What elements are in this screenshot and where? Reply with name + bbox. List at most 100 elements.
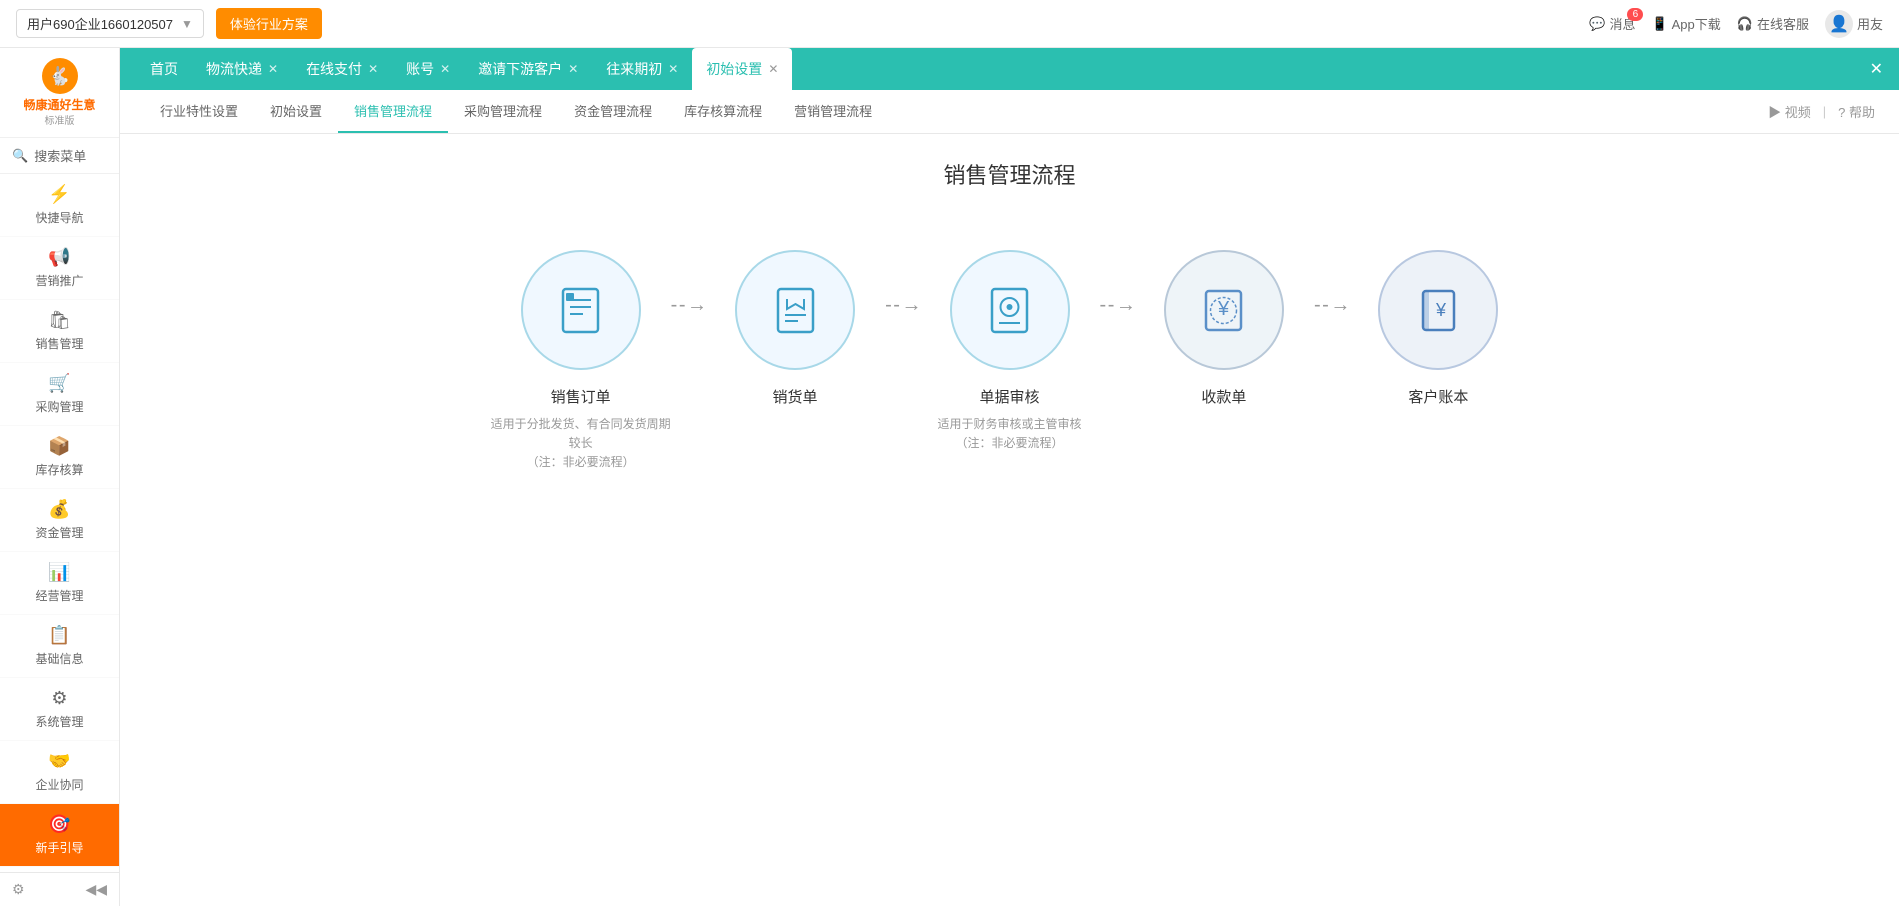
flow-item-sales-invoice: 销货单 bbox=[705, 250, 885, 415]
user-selector-text: 用户690企业1660120507 bbox=[27, 14, 173, 33]
flow-diagram: 销售订单 适用于分批发货、有合同发货周期较长（注：非必要流程） - - → bbox=[144, 250, 1875, 473]
tab-payment-label: 在线支付 bbox=[306, 59, 362, 79]
user-label: 用友 bbox=[1857, 14, 1883, 33]
flow-item-receipt: ¥ 收款单 bbox=[1134, 250, 1314, 415]
operation-icon: 📊 bbox=[48, 562, 70, 583]
sidebar-item-basic[interactable]: 📋 基础信息 bbox=[0, 615, 119, 678]
tab-setup-close[interactable]: ✕ bbox=[768, 62, 778, 76]
sidebar-item-purchase[interactable]: 🛒 采购管理 bbox=[0, 363, 119, 426]
avatar: 👤 bbox=[1825, 10, 1853, 38]
settings-icon[interactable]: ⚙ bbox=[12, 881, 25, 898]
sidebar-item-label: 新手引导 bbox=[35, 839, 83, 856]
sidebar: 🐇 畅康通好生意 标准版 🔍 搜索菜单 ⚡ 快捷导航 📢 营销推广 bbox=[0, 48, 120, 906]
sidebar-item-enterprise[interactable]: 🤝 企业协同 bbox=[0, 741, 119, 804]
tab-setup[interactable]: 初始设置 ✕ bbox=[692, 48, 792, 90]
search-icon: 🔍 bbox=[12, 148, 28, 164]
tab-logistics[interactable]: 物流快递 ✕ bbox=[192, 48, 292, 90]
sub-tab-inventory[interactable]: 库存核算流程 bbox=[668, 90, 778, 133]
tab-invite-label: 邀请下游客户 bbox=[478, 59, 562, 79]
page-title: 销售管理流程 bbox=[144, 158, 1875, 190]
help-label: 帮助 bbox=[1849, 105, 1875, 120]
online-service-button[interactable]: 🎧 在线客服 bbox=[1737, 14, 1809, 33]
tab-account-close[interactable]: ✕ bbox=[440, 62, 450, 76]
sub-tabs-left: 行业特性设置 初始设置 销售管理流程 采购管理流程 资金管理流程 bbox=[144, 90, 888, 133]
sub-tab-marketing[interactable]: 营销管理流程 bbox=[778, 90, 888, 133]
sub-tab-init[interactable]: 初始设置 bbox=[254, 90, 338, 133]
flow-label-sales-invoice: 销货单 bbox=[773, 386, 818, 407]
tab-period-label: 往来期初 bbox=[606, 59, 662, 79]
tab-setup-label: 初始设置 bbox=[706, 59, 762, 79]
user-selector[interactable]: 用户690企业1660120507 ▼ bbox=[16, 9, 204, 38]
message-button[interactable]: 💬 消息 6 bbox=[1589, 14, 1635, 33]
sub-tab-sales-label: 销售管理流程 bbox=[354, 101, 432, 120]
approval-icon bbox=[982, 283, 1037, 338]
marketing-icon: 📢 bbox=[48, 247, 70, 268]
tab-payment[interactable]: 在线支付 ✕ bbox=[292, 48, 392, 90]
sub-tab-capital[interactable]: 资金管理流程 bbox=[558, 90, 668, 133]
message-icon: 💬 bbox=[1589, 16, 1605, 32]
sub-tab-marketing-label: 营销管理流程 bbox=[794, 101, 872, 120]
sidebar-item-label: 库存核算 bbox=[35, 461, 83, 478]
sidebar-item-quick[interactable]: ⚡ 快捷导航 bbox=[0, 174, 119, 237]
quick-icon: ⚡ bbox=[48, 184, 70, 205]
sidebar-item-guide[interactable]: 🎯 新手引导 bbox=[0, 804, 119, 867]
tab-account-label: 账号 bbox=[406, 59, 434, 79]
tab-payment-close[interactable]: ✕ bbox=[368, 62, 378, 76]
flow-circle-receipt: ¥ bbox=[1164, 250, 1284, 370]
account-book-icon: ¥ bbox=[1411, 283, 1466, 338]
tab-logistics-close[interactable]: ✕ bbox=[268, 62, 278, 76]
flow-arrow-2: - - → bbox=[885, 250, 919, 317]
sidebar-item-marketing[interactable]: 📢 营销推广 bbox=[0, 237, 119, 300]
sub-tab-purchase-label: 采购管理流程 bbox=[464, 101, 542, 120]
sidebar-item-label: 快捷导航 bbox=[35, 209, 83, 226]
flow-desc-approval: 适用于财务审核或主管审核（注：非必要流程） bbox=[937, 415, 1081, 453]
sub-tab-capital-label: 资金管理流程 bbox=[574, 101, 652, 120]
content-area: 首页 物流快递 ✕ 在线支付 ✕ 账号 ✕ 邀请下游客户 ✕ bbox=[120, 48, 1899, 906]
order-icon bbox=[553, 283, 608, 338]
video-button[interactable]: ▶ 视频 bbox=[1768, 102, 1811, 121]
sub-tab-inventory-label: 库存核算流程 bbox=[684, 101, 762, 120]
sidebar-item-sales[interactable]: 🛍 销售管理 bbox=[0, 300, 119, 363]
tab-account[interactable]: 账号 ✕ bbox=[392, 48, 464, 90]
sidebar-item-operation[interactable]: 📊 经营管理 bbox=[0, 552, 119, 615]
flow-item-account-book: ¥ 客户账本 bbox=[1348, 250, 1528, 415]
sub-tabs-right: ▶ 视频 | ? 帮助 bbox=[1768, 102, 1875, 121]
collapse-icon[interactable]: ◀◀ bbox=[85, 881, 107, 898]
search-label: 搜索菜单 bbox=[34, 146, 86, 165]
sidebar-item-label: 企业协同 bbox=[35, 776, 83, 793]
experience-button[interactable]: 体验行业方案 bbox=[216, 8, 322, 39]
top-bar-right: 💬 消息 6 📱 App下载 🎧 在线客服 👤 用友 bbox=[1589, 10, 1883, 38]
svg-text:¥: ¥ bbox=[1217, 298, 1230, 320]
user-menu-button[interactable]: 👤 用友 bbox=[1825, 10, 1883, 38]
sidebar-item-capital[interactable]: 💰 资金管理 bbox=[0, 489, 119, 552]
tab-home[interactable]: 首页 bbox=[136, 48, 192, 90]
app-download-button[interactable]: 📱 App下载 bbox=[1651, 14, 1720, 33]
sidebar-item-inventory[interactable]: 📦 库存核算 bbox=[0, 426, 119, 489]
page-content: 销售管理流程 bbox=[120, 134, 1899, 906]
service-icon: 🎧 bbox=[1737, 16, 1753, 32]
sidebar-search[interactable]: 🔍 搜索菜单 bbox=[0, 138, 119, 174]
sub-tab-industry[interactable]: 行业特性设置 bbox=[144, 90, 254, 133]
sub-tab-sales[interactable]: 销售管理流程 bbox=[338, 90, 448, 133]
nav-close-all-button[interactable]: ✕ bbox=[1870, 59, 1883, 79]
app-download-label: App下载 bbox=[1672, 14, 1721, 33]
tab-period[interactable]: 往来期初 ✕ bbox=[592, 48, 692, 90]
tab-invite-close[interactable]: ✕ bbox=[568, 62, 578, 76]
tab-invite[interactable]: 邀请下游客户 ✕ bbox=[464, 48, 592, 90]
download-icon: 📱 bbox=[1651, 16, 1667, 32]
logo-icon: 🐇 bbox=[42, 58, 78, 94]
sidebar-item-label: 资金管理 bbox=[35, 524, 83, 541]
tab-period-close[interactable]: ✕ bbox=[668, 62, 678, 76]
flow-item-approval: 单据审核 适用于财务审核或主管审核（注：非必要流程） bbox=[920, 250, 1100, 453]
sidebar-item-system[interactable]: ⚙ 系统管理 bbox=[0, 678, 119, 741]
tab-logistics-label: 物流快递 bbox=[206, 59, 262, 79]
logo-text: 畅康通好生意 bbox=[23, 98, 95, 112]
main-body: 🐇 畅康通好生意 标准版 🔍 搜索菜单 ⚡ 快捷导航 📢 营销推广 bbox=[0, 48, 1899, 906]
sidebar-item-label: 系统管理 bbox=[35, 713, 83, 730]
sidebar-item-label: 采购管理 bbox=[35, 398, 83, 415]
flow-arrow-1: - - → bbox=[671, 250, 705, 317]
sidebar-item-label: 销售管理 bbox=[35, 335, 83, 352]
invoice-icon bbox=[768, 283, 823, 338]
sub-tab-purchase[interactable]: 采购管理流程 bbox=[448, 90, 558, 133]
help-button[interactable]: ? 帮助 bbox=[1838, 102, 1875, 121]
